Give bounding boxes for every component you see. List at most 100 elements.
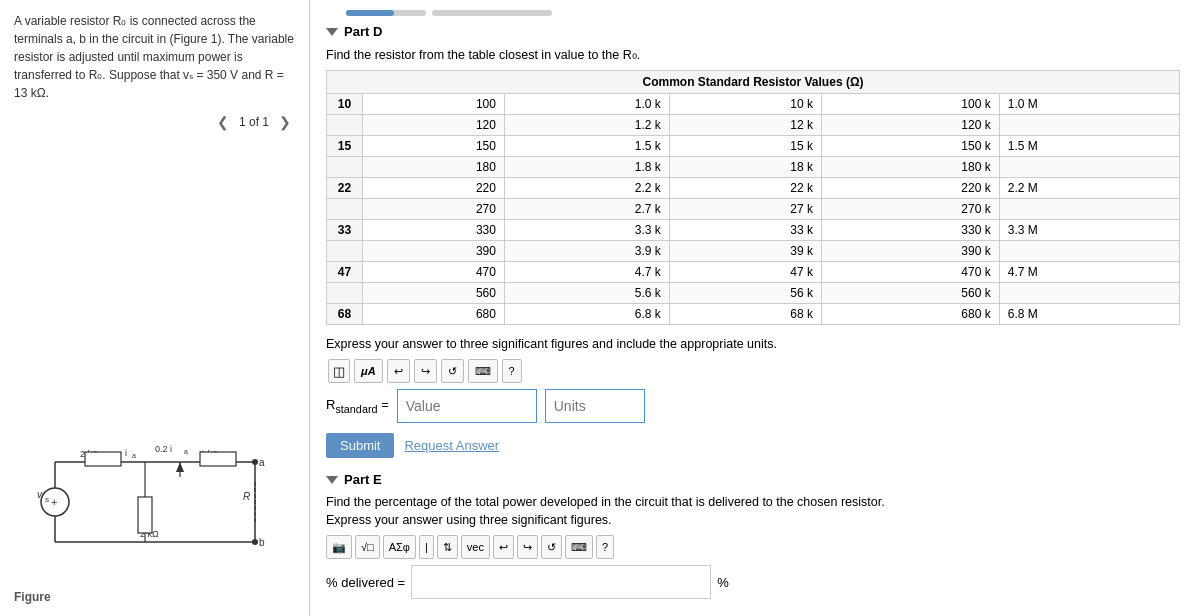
progress-bar-row xyxy=(326,10,1180,16)
redo-btn-e[interactable]: ↪ xyxy=(517,535,538,559)
table-row: 686806.8 k68 k680 k6.8 M xyxy=(327,304,1180,325)
cell: 470 k xyxy=(822,262,1000,283)
answer-input-d[interactable] xyxy=(397,389,537,423)
cell: 1.0 k xyxy=(504,94,669,115)
cell: 680 xyxy=(363,304,505,325)
row-label xyxy=(327,241,363,262)
cell: 220 k xyxy=(822,178,1000,199)
answer-row-e: % delivered = % xyxy=(326,565,1180,599)
undo-btn[interactable]: ↩ xyxy=(387,359,410,383)
cell: 390 k xyxy=(822,241,1000,262)
find-text: Find the resistor from the table closest… xyxy=(326,47,1180,62)
table-row: 151501.5 k15 k150 k1.5 M xyxy=(327,136,1180,157)
nav-next-button[interactable]: ❯ xyxy=(275,112,295,132)
answer-label-e: % delivered = xyxy=(326,575,405,590)
cell: 2.2 M xyxy=(999,178,1179,199)
cell: 3.3 k xyxy=(504,220,669,241)
left-panel: A variable resistor R₀ is connected acro… xyxy=(0,0,310,616)
svg-rect-17 xyxy=(200,452,236,466)
vec-btn[interactable]: vec xyxy=(461,535,490,559)
cell: 100 xyxy=(363,94,505,115)
nav-prev-button[interactable]: ❮ xyxy=(213,112,233,132)
row-label: 22 xyxy=(327,178,363,199)
cell: 1.0 M xyxy=(999,94,1179,115)
row-label xyxy=(327,115,363,136)
row-label: 68 xyxy=(327,304,363,325)
cell: 270 k xyxy=(822,199,1000,220)
pipe-btn[interactable]: | xyxy=(419,535,434,559)
img-btn[interactable]: 📷 xyxy=(326,535,352,559)
help-btn[interactable]: ? xyxy=(502,359,522,383)
reset-btn-e[interactable]: ↺ xyxy=(541,535,562,559)
row-label xyxy=(327,157,363,178)
cell: 3.9 k xyxy=(504,241,669,262)
part-d-toggle[interactable] xyxy=(326,28,338,36)
part-e-header: Part E xyxy=(326,472,1180,487)
submit-button[interactable]: Submit xyxy=(326,433,394,458)
table-row: 1801.8 k18 k180 k xyxy=(327,157,1180,178)
cell: 18 k xyxy=(669,157,821,178)
matrix-btn[interactable]: ◫ xyxy=(328,359,350,383)
svg-text:a: a xyxy=(259,457,265,468)
alpha-btn[interactable]: AΣφ xyxy=(383,535,416,559)
mu-btn[interactable]: μA xyxy=(354,359,383,383)
sqrt-btn[interactable]: √□ xyxy=(355,535,380,559)
keyboard-btn-e[interactable]: ⌨ xyxy=(565,535,593,559)
svg-text:b: b xyxy=(259,537,265,548)
undo-btn-e[interactable]: ↩ xyxy=(493,535,514,559)
cell xyxy=(999,115,1179,136)
cell: 1.5 M xyxy=(999,136,1179,157)
row-label xyxy=(327,199,363,220)
answer-label-d: Rstandard = xyxy=(326,397,389,415)
cell: 2.2 k xyxy=(504,178,669,199)
cell xyxy=(999,241,1179,262)
cell: 22 k xyxy=(669,178,821,199)
circuit-area: ❮ 1 of 1 ❯ + v s 2 kΩ i a xyxy=(14,112,295,582)
right-panel: Part D Find the resistor from the table … xyxy=(310,0,1196,616)
cell: 12 k xyxy=(669,115,821,136)
svg-text:0.2 i: 0.2 i xyxy=(155,444,172,454)
progress-line xyxy=(432,10,552,16)
part-e-text2: Express your answer using three signific… xyxy=(326,513,1180,527)
cell: 560 xyxy=(363,283,505,304)
cell: 100 k xyxy=(822,94,1000,115)
part-e-toggle[interactable] xyxy=(326,476,338,484)
table-row: 3903.9 k39 k390 k xyxy=(327,241,1180,262)
resistor-table-container: Common Standard Resistor Values (Ω) 1010… xyxy=(326,70,1180,325)
row-label: 47 xyxy=(327,262,363,283)
table-row: 5605.6 k56 k560 k xyxy=(327,283,1180,304)
svg-text:R: R xyxy=(243,491,250,502)
table-row: 474704.7 k47 k470 k4.7 M xyxy=(327,262,1180,283)
cell: 4.7 M xyxy=(999,262,1179,283)
cell: 390 xyxy=(363,241,505,262)
cell: 2.7 k xyxy=(504,199,669,220)
svg-point-26 xyxy=(252,539,258,545)
svg-text:i: i xyxy=(125,448,127,458)
cell: 4.7 k xyxy=(504,262,669,283)
redo-btn[interactable]: ↪ xyxy=(414,359,437,383)
table-row: 2702.7 k27 k270 k xyxy=(327,199,1180,220)
keyboard-btn[interactable]: ⌨ xyxy=(468,359,498,383)
cell: 470 xyxy=(363,262,505,283)
cell: 6.8 M xyxy=(999,304,1179,325)
table-row: 1201.2 k12 k120 k xyxy=(327,115,1180,136)
help-btn-e[interactable]: ? xyxy=(596,535,614,559)
cell: 47 k xyxy=(669,262,821,283)
answer-input-e[interactable] xyxy=(411,565,711,599)
cell xyxy=(999,157,1179,178)
cell: 150 k xyxy=(822,136,1000,157)
circuit-diagram: + v s 2 kΩ i a 0.2 i a 2 kΩ 2 kΩ xyxy=(25,442,285,572)
part-e-title: Part E xyxy=(344,472,382,487)
units-input-d[interactable] xyxy=(545,389,645,423)
t-btn[interactable]: ⇅ xyxy=(437,535,458,559)
reset-btn[interactable]: ↺ xyxy=(441,359,464,383)
row-label: 10 xyxy=(327,94,363,115)
answer-toolbar-e: 📷 √□ AΣφ | ⇅ vec ↩ ↪ ↺ ⌨ ? xyxy=(326,535,1180,559)
answer-row-d: Rstandard = xyxy=(326,389,1180,423)
part-d-header: Part D xyxy=(326,24,1180,39)
cell: 330 xyxy=(363,220,505,241)
cell: 150 xyxy=(363,136,505,157)
request-answer-link[interactable]: Request Answer xyxy=(404,438,499,453)
cell: 33 k xyxy=(669,220,821,241)
submit-row: Submit Request Answer xyxy=(326,433,1180,458)
